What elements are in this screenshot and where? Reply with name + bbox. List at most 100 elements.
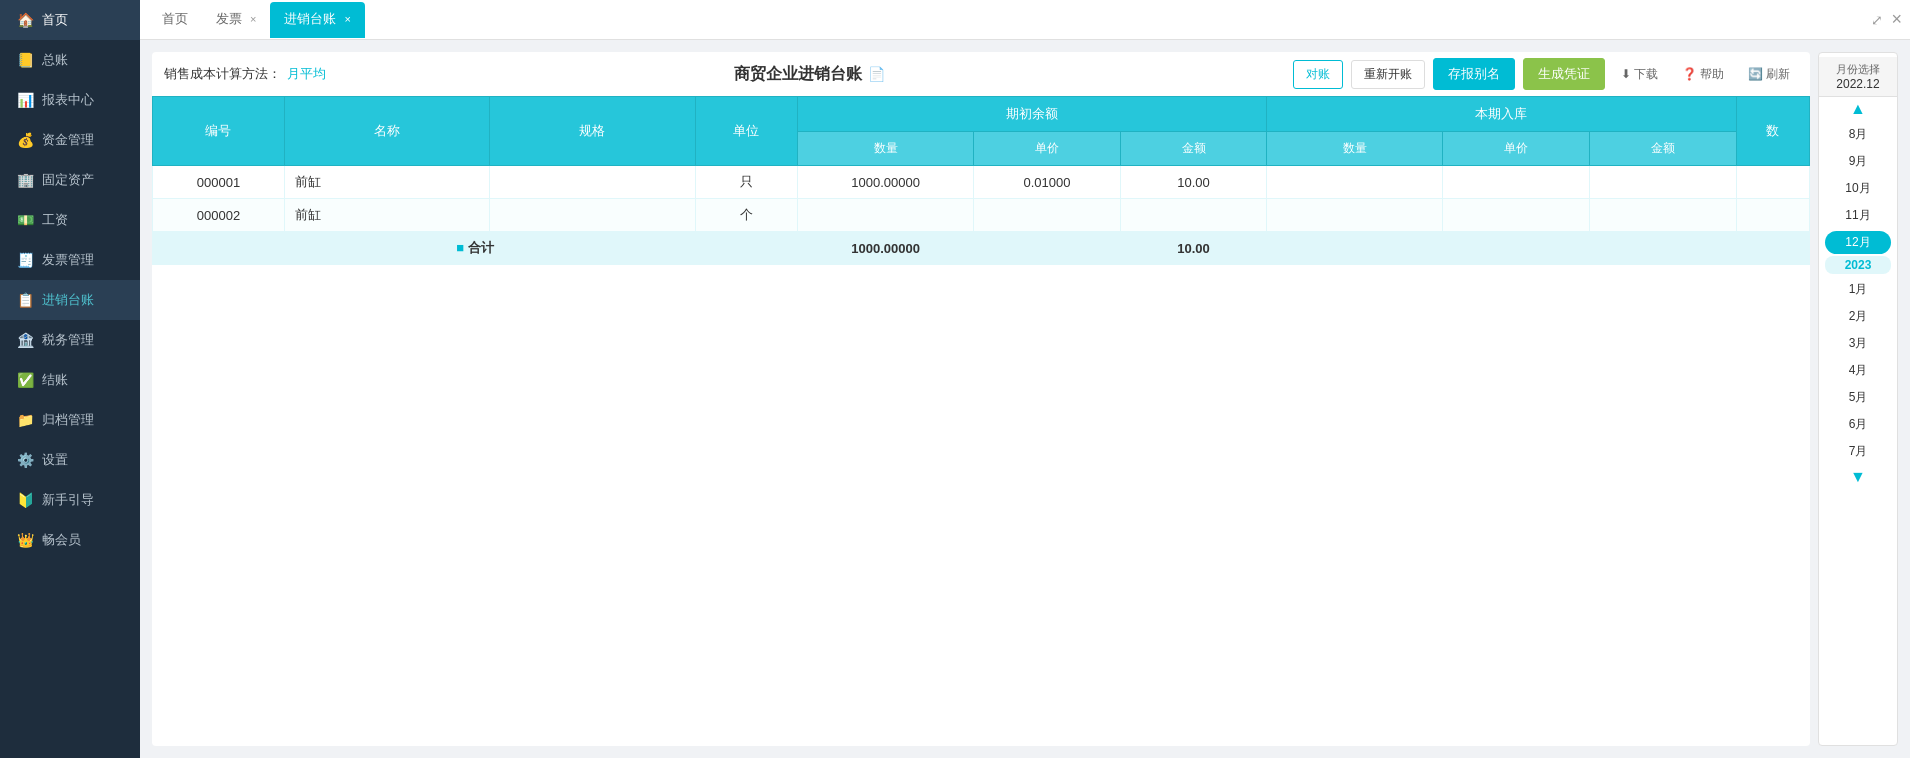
help-button[interactable]: ❓ 帮助 bbox=[1674, 62, 1732, 87]
sidebar-item-label: 首页 bbox=[42, 11, 68, 29]
archive-icon: 📁 bbox=[16, 411, 34, 429]
month-item-10[interactable]: 10月 bbox=[1819, 175, 1897, 202]
row2-unit: 个 bbox=[695, 199, 798, 232]
page-title-area: 商贸企业进销台账 📄 bbox=[326, 64, 1293, 85]
salary-icon: 💵 bbox=[16, 211, 34, 229]
settings-icon: ⚙️ bbox=[16, 451, 34, 469]
month-prev-button[interactable]: ▲ bbox=[1819, 97, 1897, 121]
row1-opening-price: 0.01000 bbox=[974, 166, 1121, 199]
invoice-mgmt-icon: 🧾 bbox=[16, 251, 34, 269]
download-icon: ⬇ bbox=[1621, 67, 1631, 81]
total-row: ■ 合计 1000.00000 10.00 bbox=[153, 232, 1810, 265]
col-code: 编号 bbox=[153, 97, 285, 166]
sidebar-item-label: 畅会员 bbox=[42, 531, 81, 549]
sidebar-item-label: 归档管理 bbox=[42, 411, 94, 429]
sidebar-item-tax[interactable]: 🏦 税务管理 bbox=[0, 320, 140, 360]
sidebar-item-invoice-mgmt[interactable]: 🧾 发票管理 bbox=[0, 240, 140, 280]
settlement-icon: ✅ bbox=[16, 371, 34, 389]
guide-icon: 🔰 bbox=[16, 491, 34, 509]
month-item-2023-7[interactable]: 7月 bbox=[1819, 438, 1897, 465]
page-area: 销售成本计算方法： 月平均 商贸企业进销台账 📄 对账 重新开账 存报别名 生成… bbox=[140, 40, 1910, 758]
month-item-2023-4[interactable]: 4月 bbox=[1819, 357, 1897, 384]
month-panel-header: 月份选择 2022.12 bbox=[1819, 57, 1897, 97]
reopen-button[interactable]: 重新开账 bbox=[1351, 60, 1425, 89]
download-button[interactable]: ⬇ 下载 bbox=[1613, 62, 1666, 87]
row1-unit: 只 bbox=[695, 166, 798, 199]
sidebar-item-settlement[interactable]: ✅ 结账 bbox=[0, 360, 140, 400]
sidebar-item-label: 新手引导 bbox=[42, 491, 94, 509]
sidebar-item-vip[interactable]: 👑 畅会员 bbox=[0, 520, 140, 560]
assets-icon: 🏢 bbox=[16, 171, 34, 189]
col-unit: 单位 bbox=[695, 97, 798, 166]
row1-inbound-qty bbox=[1267, 166, 1443, 199]
ledger-icon: 📒 bbox=[16, 51, 34, 69]
cost-method-value: 月平均 bbox=[287, 65, 326, 83]
sidebar-item-reports[interactable]: 📊 报表中心 bbox=[0, 80, 140, 120]
sidebar-item-archive[interactable]: 📁 归档管理 bbox=[0, 400, 140, 440]
row1-spec bbox=[490, 166, 695, 199]
generate-button[interactable]: 生成凭证 bbox=[1523, 58, 1605, 90]
total-inbound-price bbox=[1443, 232, 1590, 265]
sidebar-item-guide[interactable]: 🔰 新手引导 bbox=[0, 480, 140, 520]
total-opening-qty: 1000.00000 bbox=[798, 232, 974, 265]
month-item-2023-1[interactable]: 1月 bbox=[1819, 276, 1897, 303]
data-table: 编号 名称 规格 单位 期初余额 本期入库 数 数量 单价 金额 数 bbox=[152, 96, 1810, 746]
row1-opening-amount: 10.00 bbox=[1120, 166, 1267, 199]
refresh-button[interactable]: 🔄 刷新 bbox=[1740, 62, 1798, 87]
col-extra: 数 bbox=[1736, 97, 1809, 166]
sidebar: 🏠 首页 📒 总账 📊 报表中心 💰 资金管理 🏢 固定资产 💵 工资 🧾 发票… bbox=[0, 0, 140, 758]
tab-invoice[interactable]: 发票 × bbox=[202, 2, 270, 38]
sidebar-item-label: 设置 bbox=[42, 451, 68, 469]
save-as-button[interactable]: 存报别名 bbox=[1433, 58, 1515, 90]
row2-inbound-price bbox=[1443, 199, 1590, 232]
sidebar-item-settings[interactable]: ⚙️ 设置 bbox=[0, 440, 140, 480]
sidebar-item-funds[interactable]: 💰 资金管理 bbox=[0, 120, 140, 160]
month-item-2023-3[interactable]: 3月 bbox=[1819, 330, 1897, 357]
tab-purchase-sale-close[interactable]: × bbox=[344, 13, 350, 25]
tab-invoice-label: 发票 bbox=[216, 10, 242, 28]
month-item-2023-5[interactable]: 5月 bbox=[1819, 384, 1897, 411]
close-button[interactable]: × bbox=[1891, 9, 1902, 30]
purchase-sale-table: 编号 名称 规格 单位 期初余额 本期入库 数 数量 单价 金额 数 bbox=[152, 96, 1810, 265]
help-icon: ❓ bbox=[1682, 67, 1697, 81]
sidebar-item-salary[interactable]: 💵 工资 bbox=[0, 200, 140, 240]
page-title: 商贸企业进销台账 📄 bbox=[734, 64, 885, 85]
tab-purchase-sale[interactable]: 进销台账 × bbox=[270, 2, 364, 38]
month-item-8[interactable]: 8月 bbox=[1819, 121, 1897, 148]
sidebar-item-purchase-sale[interactable]: 📋 进销台账 bbox=[0, 280, 140, 320]
month-item-11[interactable]: 11月 bbox=[1819, 202, 1897, 229]
cost-method-info: 销售成本计算方法： 月平均 bbox=[164, 65, 326, 83]
sidebar-item-assets[interactable]: 🏢 固定资产 bbox=[0, 160, 140, 200]
maximize-button[interactable]: ⤢ bbox=[1871, 12, 1883, 28]
col-opening-balance: 期初余额 bbox=[798, 97, 1267, 132]
month-item-2023-2[interactable]: 2月 bbox=[1819, 303, 1897, 330]
month-item-9[interactable]: 9月 bbox=[1819, 148, 1897, 175]
sidebar-item-label: 报表中心 bbox=[42, 91, 94, 109]
row2-opening-amount bbox=[1120, 199, 1267, 232]
sidebar-item-label: 固定资产 bbox=[42, 171, 94, 189]
col-inbound-amount: 金额 bbox=[1589, 132, 1736, 166]
tab-invoice-close[interactable]: × bbox=[250, 13, 256, 25]
row1-code: 000001 bbox=[153, 166, 285, 199]
sidebar-item-home[interactable]: 🏠 首页 bbox=[0, 0, 140, 40]
table-row: 000001 前缸 只 1000.00000 0.01000 10.00 bbox=[153, 166, 1810, 199]
funds-icon: 💰 bbox=[16, 131, 34, 149]
tab-home[interactable]: 首页 bbox=[148, 2, 202, 38]
month-item-12[interactable]: 12月 bbox=[1825, 231, 1891, 254]
sidebar-item-ledger[interactable]: 📒 总账 bbox=[0, 40, 140, 80]
month-next-button[interactable]: ▼ bbox=[1819, 465, 1897, 489]
cost-method-label: 销售成本计算方法： bbox=[164, 65, 281, 83]
title-info-icon[interactable]: 📄 bbox=[868, 66, 885, 82]
top-bar: 销售成本计算方法： 月平均 商贸企业进销台账 📄 对账 重新开账 存报别名 生成… bbox=[152, 52, 1810, 96]
sidebar-item-label: 总账 bbox=[42, 51, 68, 69]
row2-spec bbox=[490, 199, 695, 232]
total-opening-amount: 10.00 bbox=[1120, 232, 1267, 265]
reconcile-button[interactable]: 对账 bbox=[1293, 60, 1343, 89]
sidebar-item-label: 资金管理 bbox=[42, 131, 94, 149]
refresh-icon: 🔄 bbox=[1748, 67, 1763, 81]
sidebar-item-label: 税务管理 bbox=[42, 331, 94, 349]
total-inbound-qty bbox=[1267, 232, 1443, 265]
vip-icon: 👑 bbox=[16, 531, 34, 549]
month-item-2023-6[interactable]: 6月 bbox=[1819, 411, 1897, 438]
month-panel: 月份选择 2022.12 ▲ 8月 9月 10月 11月 12月 2023 1月… bbox=[1818, 52, 1898, 746]
